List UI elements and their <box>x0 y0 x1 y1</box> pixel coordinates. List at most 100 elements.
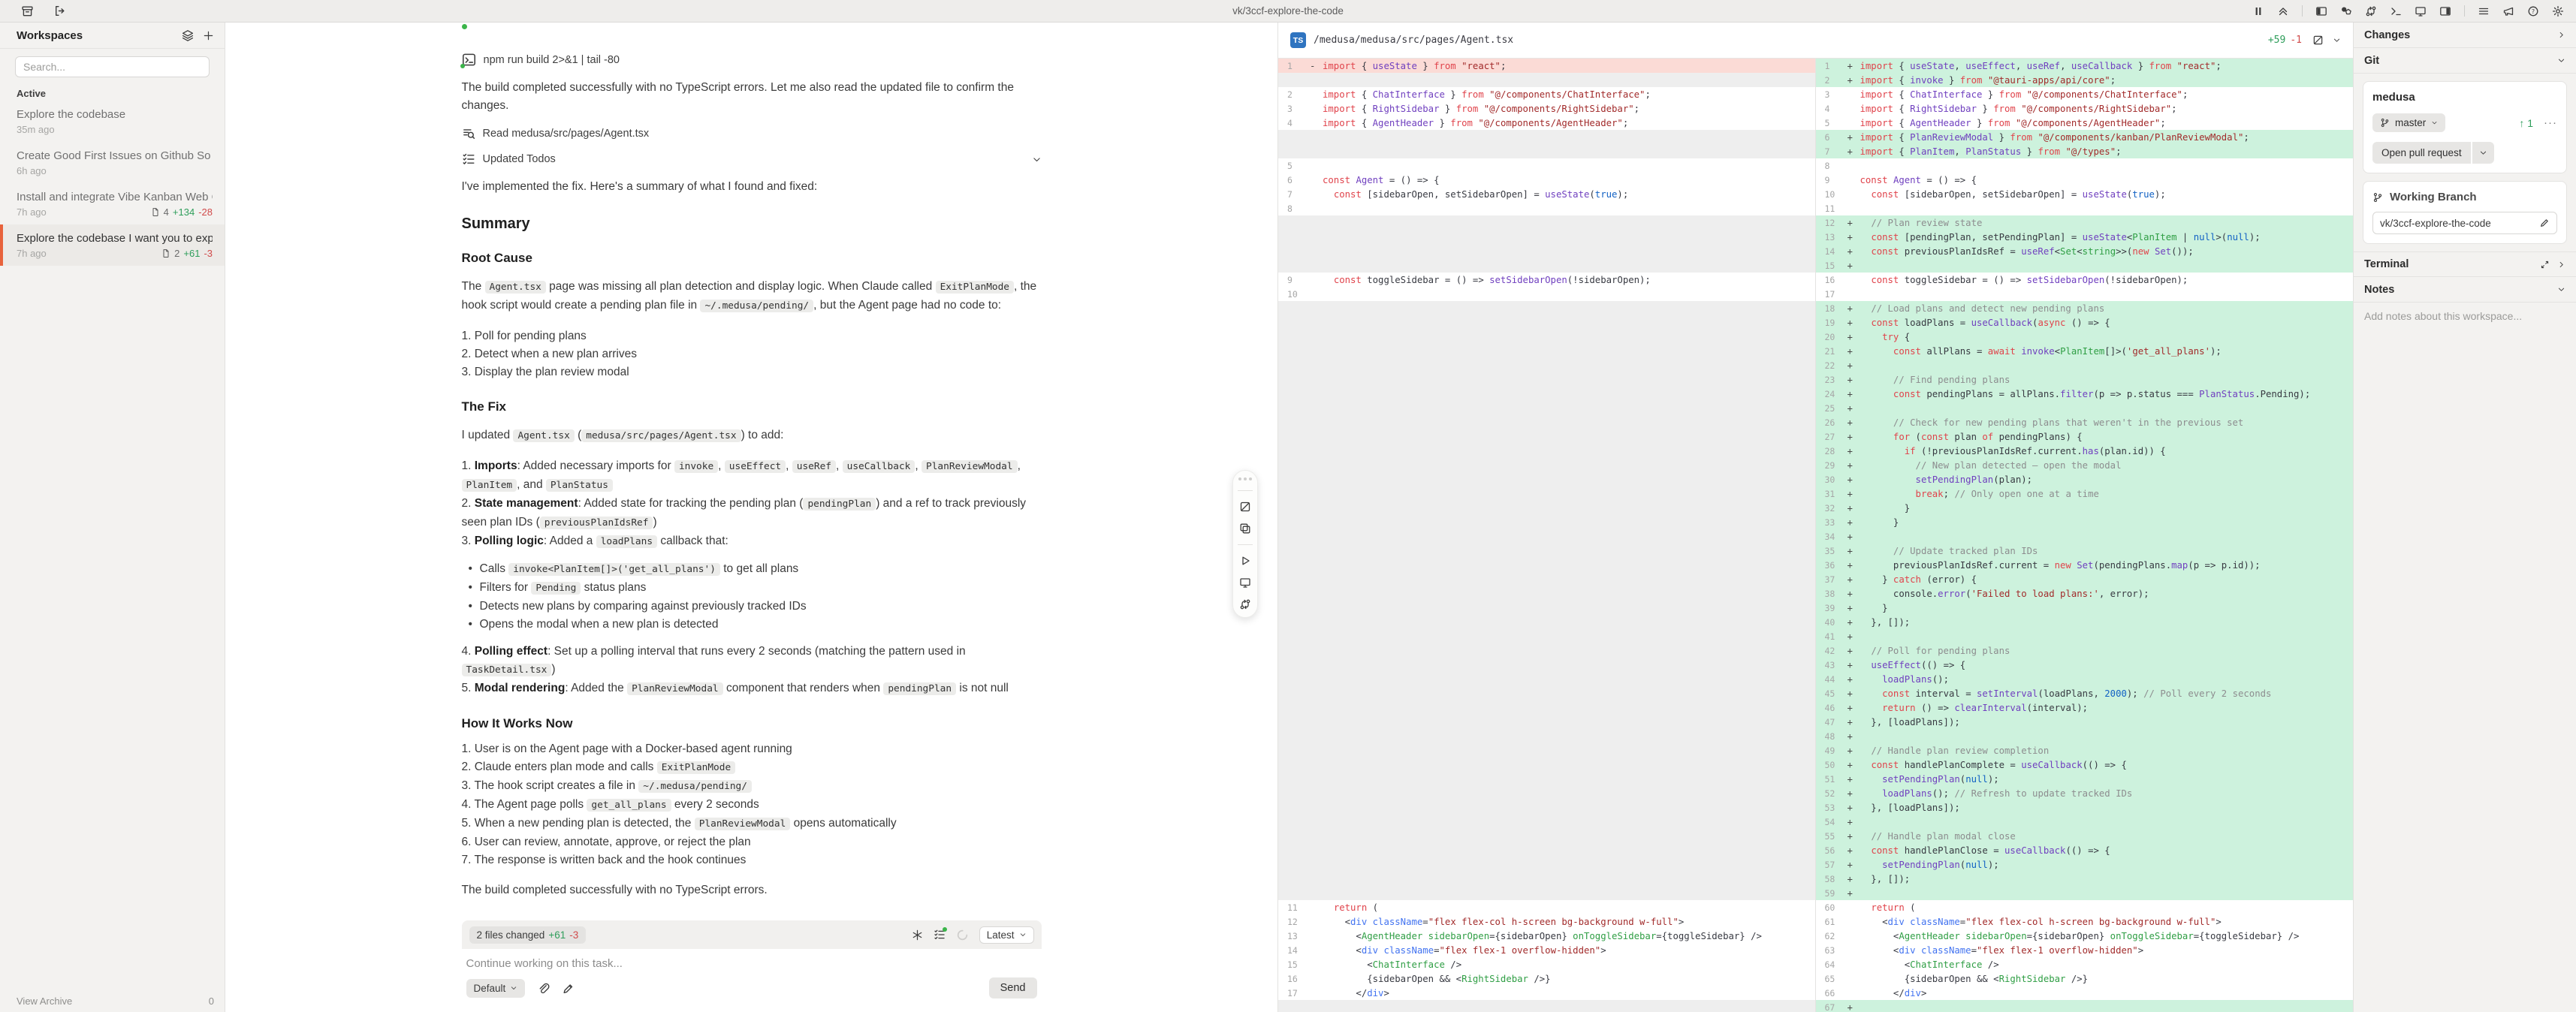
pause-icon[interactable] <box>2252 5 2264 17</box>
changes-section-header[interactable]: Changes <box>2354 23 2576 48</box>
diff-line: 61 <div className="flex flex-col h-scree… <box>1816 914 2354 929</box>
monitor-icon[interactable] <box>1239 577 1251 589</box>
diff-line: 15+ <box>1816 258 2354 273</box>
diff-line: 48+ <box>1816 729 2354 743</box>
diff-line: 2import { ChatInterface } from "@/compon… <box>1278 87 1815 101</box>
more-options-icon[interactable]: ··· <box>2544 116 2557 129</box>
diff-line: 24+ const pendingPlans = allPlans.filter… <box>1816 387 2354 401</box>
chevron-down-icon[interactable] <box>1032 155 1042 164</box>
assistant-paragraph: The build completed successfully with no… <box>462 881 1042 899</box>
working-branch-input[interactable] <box>2380 218 2539 229</box>
git-section-header[interactable]: Git <box>2354 48 2576 74</box>
diff-line: 62 <AgentHeader sidebarOpen={sidebarOpen… <box>1816 929 2354 943</box>
shapes-icon[interactable] <box>2340 5 2352 17</box>
diff-line: 8 <box>1278 201 1815 215</box>
diff-line: 17 <box>1816 287 2354 301</box>
todos-tool-row[interactable]: Updated Todos <box>462 152 1042 166</box>
pull-request-options-button[interactable] <box>2472 142 2494 164</box>
megaphone-icon[interactable] <box>2502 5 2514 17</box>
send-button[interactable]: Send <box>989 977 1037 998</box>
split-view-icon[interactable] <box>2312 35 2324 46</box>
expand-icon[interactable] <box>2540 260 2550 270</box>
diff-line <box>1278 344 1815 358</box>
diff-line: 57+ setPendingPlan(null); <box>1816 857 2354 872</box>
spark-icon[interactable] <box>912 929 923 941</box>
diff-line: 63 <div className="flex flex-1 overflow-… <box>1816 943 2354 957</box>
diff-line: 7 const [sidebarOpen, setSidebarOpen] = … <box>1278 187 1815 201</box>
chat-scroll-area[interactable]: npm run build 2>&1 | tail -80 The build c… <box>225 23 1277 920</box>
chevron-down-icon[interactable] <box>2333 36 2341 44</box>
diff-line: 56+ const handlePlanClose = useCallback(… <box>1816 843 2354 857</box>
assistant-paragraph: The Agent.tsx page was missing all plan … <box>462 278 1042 315</box>
files-changed-badge[interactable]: 2 files changed +61 -3 <box>469 926 587 944</box>
diff-line: 50+ const handlePlanComplete = useCallba… <box>1816 757 2354 772</box>
list-item: 3. The hook script creates a file in ~/.… <box>462 777 1042 796</box>
diff-line: 35+ // Update tracked plan IDs <box>1816 544 2354 558</box>
attach-icon[interactable] <box>537 982 550 995</box>
help-icon[interactable]: ? <box>2527 5 2539 17</box>
archive-box-icon[interactable] <box>21 5 34 17</box>
diff-line <box>1278 658 1815 672</box>
sign-out-icon[interactable] <box>53 5 66 17</box>
workspaces-sidebar: Workspaces Active Explore the codebase35… <box>0 23 225 1012</box>
diff-line <box>1278 786 1815 800</box>
chevron-down-icon <box>2557 56 2565 65</box>
diff-line: 20+ try { <box>1816 330 2354 344</box>
git-compare-icon[interactable] <box>1239 598 1251 610</box>
workspace-item[interactable]: Explore the codebase35m ago <box>0 101 225 142</box>
workspace-item[interactable]: Install and integrate Vibe Kanban Web C7… <box>0 183 225 224</box>
gear-icon[interactable] <box>2552 5 2564 17</box>
diff-line: 51+ setPendingPlan(null); <box>1816 772 2354 786</box>
drag-handle[interactable] <box>1238 477 1252 480</box>
add-workspace-icon[interactable] <box>203 30 214 41</box>
repo-card: medusa master ↑ 1 ··· Open pull request <box>2363 81 2567 173</box>
latest-dropdown[interactable]: Latest <box>979 926 1034 944</box>
diff-line: 16 {sidebarOpen && <RightSidebar />} <box>1278 971 1815 986</box>
workspace-item[interactable]: Create Good First Issues on Github So p6… <box>0 142 225 183</box>
bash-command-row[interactable]: npm run build 2>&1 | tail -80 <box>462 53 1042 67</box>
diff-line <box>1278 529 1815 544</box>
diff-line <box>1278 401 1815 415</box>
model-dropdown[interactable]: Default <box>466 979 526 998</box>
workspace-title: Create Good First Issues on Github So p <box>17 149 213 162</box>
todos-status-icon[interactable] <box>934 929 946 941</box>
read-tool-row[interactable]: Read medusa/src/pages/Agent.tsx <box>462 127 1042 140</box>
diff-line <box>1278 515 1815 529</box>
open-pull-request-button[interactable]: Open pull request <box>2372 142 2471 164</box>
terminal-section-header[interactable]: Terminal <box>2354 251 2576 277</box>
notes-section-header[interactable]: Notes <box>2354 277 2576 303</box>
floating-toolbar <box>1232 470 1258 618</box>
view-archive-link[interactable]: View Archive <box>17 995 72 1007</box>
message-input[interactable]: Continue working on this task... <box>462 949 1042 974</box>
menu-icon[interactable] <box>2478 5 2490 17</box>
pen-icon[interactable] <box>562 982 575 995</box>
diff-line <box>1278 244 1815 258</box>
notes-placeholder[interactable]: Add notes about this workspace... <box>2354 303 2576 330</box>
workspace-item[interactable]: Explore the codebase I want you to exp7h… <box>0 224 225 266</box>
edit-icon[interactable] <box>2539 218 2550 228</box>
diff-line <box>1278 544 1815 558</box>
copy-icon[interactable] <box>1239 523 1251 535</box>
diff-line <box>1278 772 1815 786</box>
collapse-all-icon[interactable] <box>2277 5 2289 17</box>
layers-icon[interactable] <box>182 29 194 41</box>
diff-line: 49+ // Handle plan review completion <box>1816 743 2354 757</box>
list-item: 3. Display the plan review modal <box>462 363 1042 381</box>
diff-line: 34+ <box>1816 529 2354 544</box>
diff-line: 16 const toggleSidebar = () => setSideba… <box>1816 273 2354 287</box>
diff-line <box>1278 558 1815 572</box>
diff-line <box>1278 387 1815 401</box>
panel-left-icon[interactable] <box>2315 5 2327 17</box>
branch-selector[interactable]: master <box>2372 113 2445 132</box>
monitor-icon[interactable] <box>2415 5 2427 17</box>
search-input[interactable] <box>15 56 210 77</box>
play-icon[interactable] <box>1239 555 1251 567</box>
diff-line: 31+ break; // Only open one at a time <box>1816 486 2354 501</box>
panel-right-icon[interactable] <box>2439 5 2451 17</box>
git-compare-icon[interactable] <box>2365 5 2377 17</box>
diff-view-icon[interactable] <box>1239 501 1251 513</box>
list-item: 4. Polling effect: Set up a polling inte… <box>462 643 1042 679</box>
terminal-icon[interactable] <box>2390 5 2402 17</box>
list-item: 2. Claude enters plan mode and calls Exi… <box>462 758 1042 777</box>
git-branch-icon <box>2372 192 2383 203</box>
